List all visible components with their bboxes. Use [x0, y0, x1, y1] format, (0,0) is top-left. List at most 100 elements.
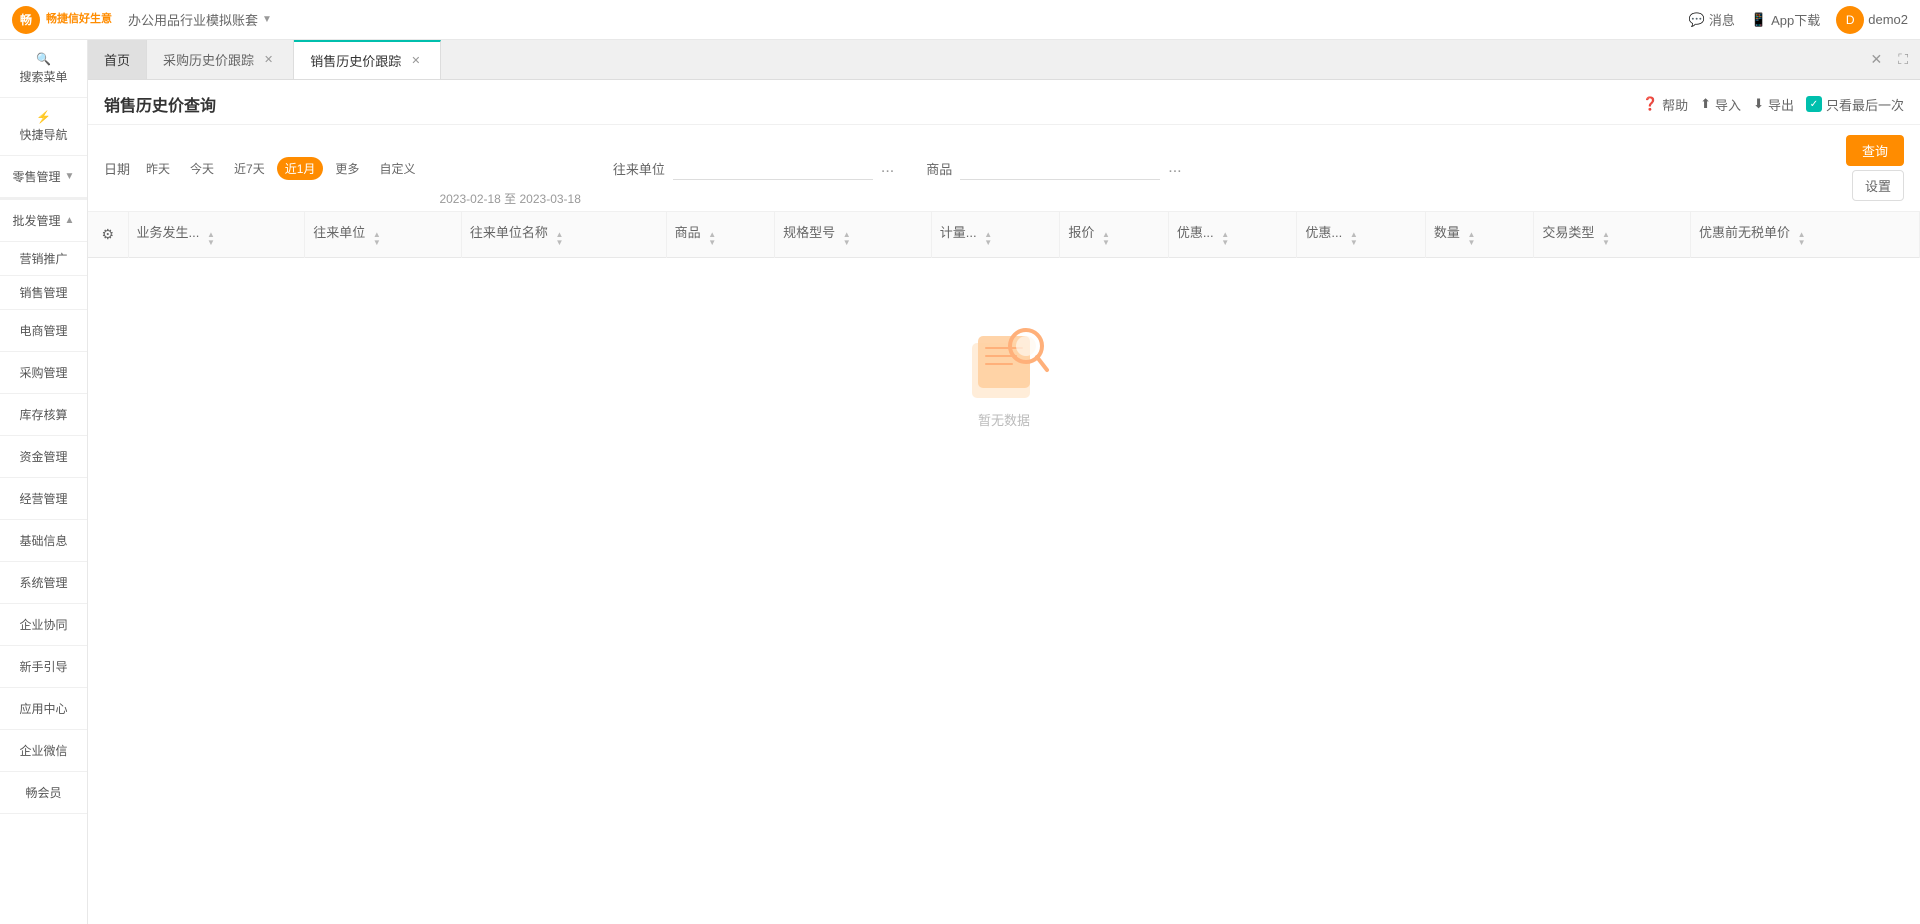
- col-spec: 规格型号 ▲▼: [775, 212, 932, 258]
- tab-sales-history-label: 销售历史价跟踪: [310, 51, 401, 70]
- help-icon: ❓: [1642, 96, 1658, 112]
- sort-icon-unit[interactable]: ▲▼: [984, 231, 992, 247]
- download-icon: 📱: [1751, 12, 1767, 28]
- maximize-tab-btn[interactable]: ⛶: [1894, 47, 1912, 72]
- help-btn[interactable]: ❓ 帮助: [1642, 95, 1688, 114]
- sidebar-label-purchase-mgmt: 采购管理: [19, 364, 67, 381]
- sort-icon-spec[interactable]: ▲▼: [843, 231, 851, 247]
- table-settings-icon[interactable]: ⚙: [101, 226, 114, 242]
- chevron-down-icon: ▼: [65, 171, 75, 182]
- sidebar-item-finance[interactable]: 资金管理: [0, 436, 87, 478]
- settings-button[interactable]: 设置: [1852, 170, 1904, 201]
- date-option-yesterday[interactable]: 昨天: [138, 157, 178, 180]
- export-btn[interactable]: ⬇ 导出: [1753, 95, 1794, 114]
- sidebar: 🔍 搜索菜单 ⚡ 快捷导航 零售管理 ▼ 批发管理 ▲ 营销推广 销售管理 电商…: [0, 40, 88, 924]
- col-discount2: 优惠... ▲▼: [1297, 212, 1426, 258]
- date-option-more[interactable]: 更多: [327, 157, 367, 180]
- tab-purchase-history[interactable]: 采购历史价跟踪 ✕: [147, 40, 294, 79]
- col-partner-code: 往来单位 ▲▼: [305, 212, 462, 258]
- col-discount1: 优惠... ▲▼: [1168, 212, 1297, 258]
- tab-home[interactable]: 首页: [88, 40, 147, 79]
- sidebar-item-basic-info[interactable]: 基础信息: [0, 520, 87, 562]
- sort-icon-discount2[interactable]: ▲▼: [1350, 231, 1358, 247]
- sidebar-item-newbie[interactable]: 新手引导: [0, 646, 87, 688]
- table-container: ⚙ 业务发生... ▲▼ 往来单位 ▲▼ 往来单位名称: [88, 212, 1920, 924]
- col-quoted-price-label: 报价: [1068, 225, 1094, 240]
- sidebar-label-marketing: 营销推广: [19, 252, 67, 266]
- sidebar-item-enterprise-agreement[interactable]: 企业协同: [0, 604, 87, 646]
- only-last-checkbox[interactable]: ✓ 只看最后一次: [1806, 95, 1904, 114]
- date-filter-group: 日期 昨天 今天 近7天 近1月 更多 自定义: [104, 157, 423, 180]
- tab-sales-history-close[interactable]: ✕: [407, 52, 424, 69]
- sort-icon-discount1[interactable]: ▲▼: [1221, 231, 1229, 247]
- filter-buttons: 查询 设置: [1846, 135, 1904, 201]
- col-quantity-label: 数量: [1434, 225, 1460, 240]
- sort-icon-business-date[interactable]: ▲▼: [207, 231, 215, 247]
- sidebar-item-inventory[interactable]: 库存核算: [0, 394, 87, 436]
- chevron-up-icon: ▲: [65, 215, 75, 226]
- header-left: 畅 畅捷信好生意 办公用品行业模拟账套 ▼: [12, 6, 280, 34]
- date-option-last7days[interactable]: 近7天: [226, 157, 273, 180]
- sidebar-item-purchase-mgmt[interactable]: 采购管理: [0, 352, 87, 394]
- logo-icon: 畅: [12, 6, 40, 34]
- sidebar-item-retail-mgmt[interactable]: 零售管理 ▼: [0, 156, 87, 200]
- product-filter-label: 商品: [926, 159, 952, 178]
- sidebar-item-operations[interactable]: 经营管理: [0, 478, 87, 520]
- sidebar-label-member: 畅会员: [25, 784, 61, 801]
- sidebar-item-wholesale-mgmt[interactable]: 批发管理 ▲: [0, 200, 87, 242]
- col-product: 商品 ▲▼: [666, 212, 774, 258]
- sidebar-item-quick-nav[interactable]: ⚡ 快捷导航: [0, 98, 87, 156]
- import-btn[interactable]: ⬆ 导入: [1700, 95, 1741, 114]
- sort-icon-quoted-price[interactable]: ▲▼: [1102, 231, 1110, 247]
- page-header-actions: ❓ 帮助 ⬆ 导入 ⬇ 导出 ✓ 只看最后一次: [1642, 95, 1904, 114]
- sidebar-item-sales-mgmt[interactable]: 销售管理: [0, 276, 87, 310]
- query-button[interactable]: 查询: [1846, 135, 1904, 166]
- col-business-date: 业务发生... ▲▼: [128, 212, 305, 258]
- close-tab-btn[interactable]: ✕: [1866, 47, 1886, 72]
- date-option-custom[interactable]: 自定义: [371, 157, 423, 180]
- partner-filter-dots[interactable]: ...: [881, 159, 894, 177]
- col-partner-name-label: 往来单位名称: [470, 225, 548, 240]
- sort-icon-product[interactable]: ▲▼: [708, 231, 716, 247]
- sidebar-item-system[interactable]: 系统管理: [0, 562, 87, 604]
- col-trade-type-label: 交易类型: [1542, 225, 1594, 240]
- tab-sales-history[interactable]: 销售历史价跟踪 ✕: [294, 40, 441, 79]
- header-right: 💬 消息 📱 App下载 D demo2: [1689, 6, 1908, 34]
- help-label: 帮助: [1662, 95, 1688, 114]
- tab-bar: 首页 采购历史价跟踪 ✕ 销售历史价跟踪 ✕ ✕ ⛶: [88, 40, 1920, 80]
- sort-icon-partner-code[interactable]: ▲▼: [373, 231, 381, 247]
- sidebar-item-app-center[interactable]: 应用中心: [0, 688, 87, 730]
- date-option-today[interactable]: 今天: [182, 157, 222, 180]
- sort-icon-partner-name[interactable]: ▲▼: [555, 231, 563, 247]
- sidebar-item-marketing[interactable]: 营销推广: [0, 242, 87, 276]
- sidebar-item-enterprise-wechat[interactable]: 企业微信: [0, 730, 87, 772]
- sidebar-item-member[interactable]: 畅会员: [0, 772, 87, 814]
- col-spec-label: 规格型号: [783, 225, 835, 240]
- partner-filter-input[interactable]: [673, 156, 873, 180]
- app-selector[interactable]: 办公用品行业模拟账套 ▼: [120, 6, 280, 33]
- col-partner-code-label: 往来单位: [313, 225, 365, 240]
- product-filter-input[interactable]: [960, 156, 1160, 180]
- sort-icon-pretax-price[interactable]: ▲▼: [1798, 231, 1806, 247]
- message-btn[interactable]: 💬 消息: [1689, 10, 1735, 29]
- date-option-last1month[interactable]: 近1月: [277, 157, 324, 180]
- sidebar-item-ecommerce[interactable]: 电商管理: [0, 310, 87, 352]
- sort-icon-trade-type[interactable]: ▲▼: [1602, 231, 1610, 247]
- sidebar-label-app-center: 应用中心: [19, 700, 67, 717]
- content-area: 首页 采购历史价跟踪 ✕ 销售历史价跟踪 ✕ ✕ ⛶ 销售历史价查询: [88, 40, 1920, 924]
- user-btn[interactable]: D demo2: [1836, 6, 1908, 34]
- product-filter-dots[interactable]: ...: [1168, 159, 1181, 177]
- col-product-label: 商品: [675, 225, 701, 240]
- sidebar-item-search-menu[interactable]: 🔍 搜索菜单: [0, 40, 87, 98]
- tab-purchase-history-label: 采购历史价跟踪: [163, 50, 254, 69]
- avatar: D: [1836, 6, 1864, 34]
- logo-text: 畅捷信好生意: [46, 12, 112, 26]
- sort-icon-quantity[interactable]: ▲▼: [1468, 231, 1476, 247]
- import-icon: ⬆: [1700, 96, 1711, 112]
- app-download-btn[interactable]: 📱 App下载: [1751, 10, 1820, 29]
- tab-purchase-history-close[interactable]: ✕: [260, 51, 277, 68]
- sidebar-label-system: 系统管理: [19, 574, 67, 591]
- table-header: ⚙ 业务发生... ▲▼ 往来单位 ▲▼ 往来单位名称: [88, 212, 1920, 258]
- username: demo2: [1868, 12, 1908, 27]
- date-options: 昨天 今天 近7天 近1月 更多 自定义: [138, 157, 423, 180]
